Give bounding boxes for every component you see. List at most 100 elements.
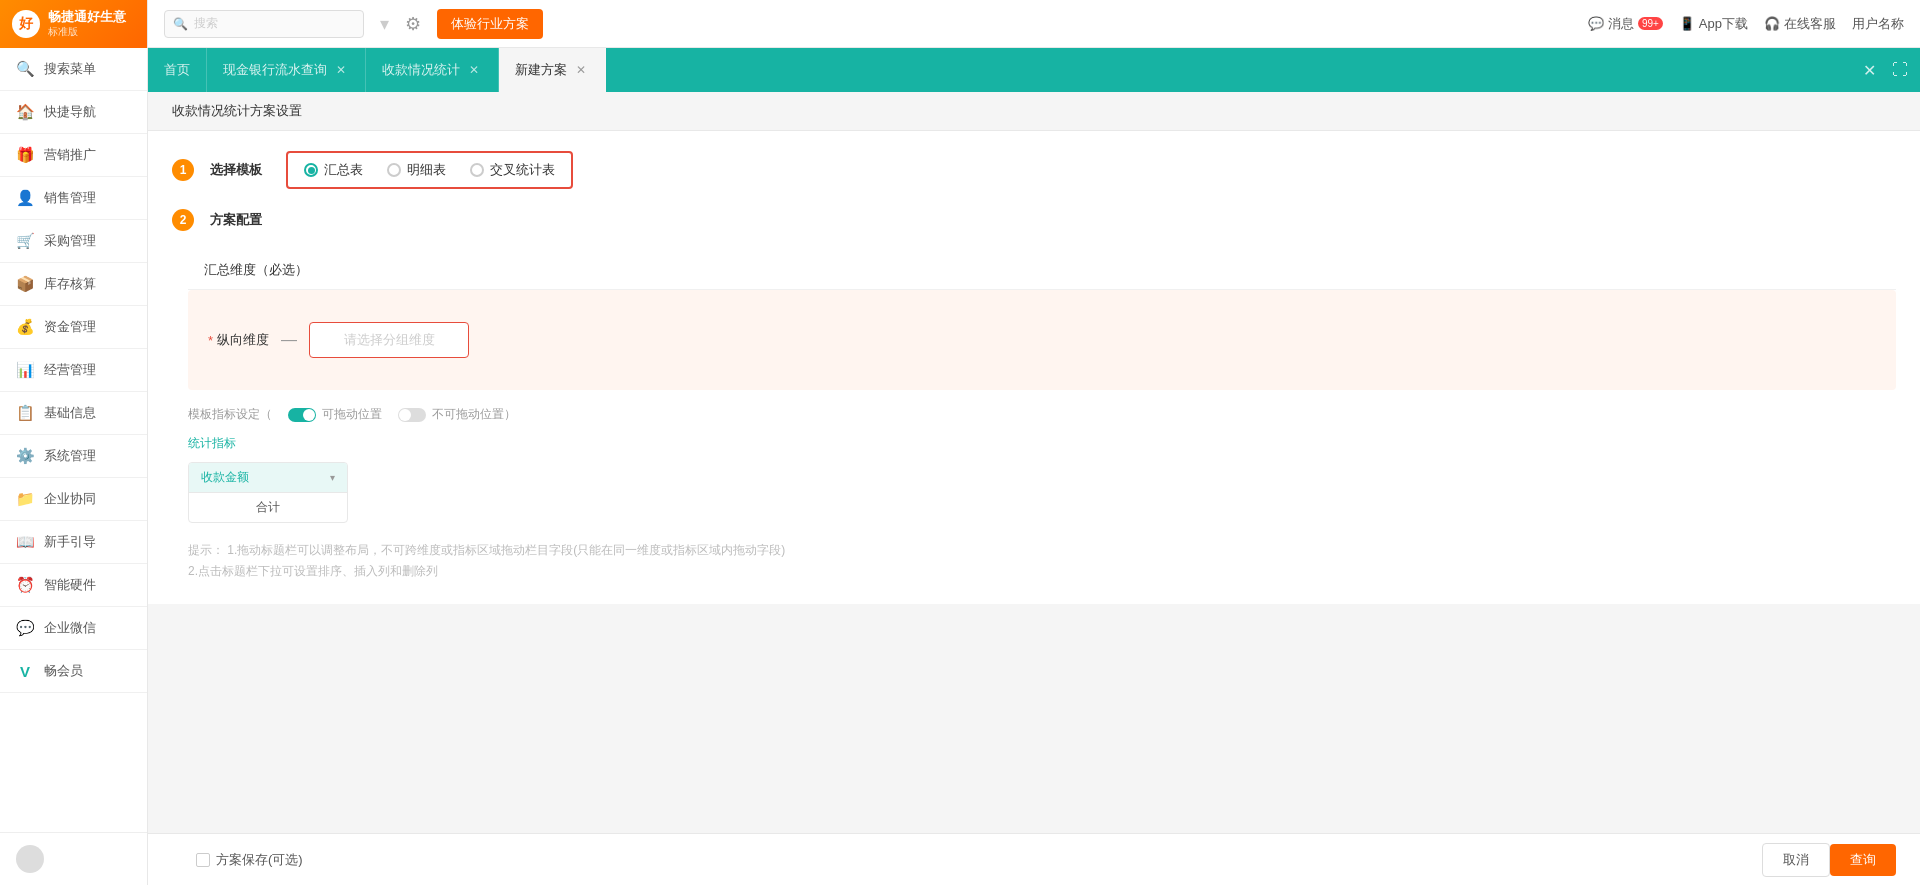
tab-bar-actions: ✕ ⛶ — [1851, 48, 1920, 92]
sidebar-item-basic-info[interactable]: 📋 基础信息 — [0, 392, 147, 435]
tab-new-plan-close[interactable]: ✕ — [573, 62, 589, 78]
hint-line-2: 2.点击标题栏下拉可设置排序、插入列和删除列 — [188, 563, 1896, 580]
tab-new-plan-label: 新建方案 — [515, 61, 567, 79]
sidebar-item-search-menu[interactable]: 🔍 搜索菜单 — [0, 48, 147, 91]
tab-bank-flow-label: 现金银行流水查询 — [223, 61, 327, 79]
online-support-label: 在线客服 — [1784, 15, 1836, 33]
cancel-button[interactable]: 取消 — [1762, 843, 1830, 877]
radio-detail[interactable]: 明细表 — [387, 161, 446, 179]
online-support-button[interactable]: 🎧 在线客服 — [1764, 15, 1836, 33]
marketing-icon: 🎁 — [16, 146, 34, 164]
app-download-button[interactable]: 📱 App下载 — [1679, 15, 1748, 33]
hint-line-1: 提示： 1.拖动标题栏可以调整布局，不可跨维度或指标区域拖动栏目字段(只能在同一… — [188, 542, 1896, 559]
user-name-display[interactable]: 用户名称 — [1852, 15, 1904, 33]
section-title: 收款情况统计方案设置 — [172, 103, 302, 118]
dimension-section-title: 汇总维度（必选） — [188, 251, 1896, 290]
fullscreen-icon[interactable]: ⛶ — [1888, 57, 1912, 83]
inventory-icon: 📦 — [16, 275, 34, 293]
app-download-label: App下载 — [1699, 15, 1748, 33]
step1-label: 选择模板 — [210, 161, 262, 179]
sidebar-item-marketing[interactable]: 🎁 营销推广 — [0, 134, 147, 177]
logo-title: 畅捷通好生意 — [48, 9, 126, 25]
movable-toggle[interactable] — [288, 408, 316, 422]
system-icon: ⚙️ — [16, 447, 34, 465]
industry-button[interactable]: 体验行业方案 — [437, 9, 543, 39]
metrics-layout: 统计指标 收款金额 ▾ 合计 — [188, 431, 1896, 526]
metrics-table-header[interactable]: 收款金额 ▾ — [189, 463, 347, 493]
sidebar-item-label: 企业协同 — [44, 490, 96, 508]
sidebar-item-enterprise-wechat[interactable]: 💬 企业微信 — [0, 607, 147, 650]
close-all-tab-icon[interactable]: ✕ — [1859, 57, 1880, 84]
sidebar-item-inventory[interactable]: 📦 库存核算 — [0, 263, 147, 306]
query-button[interactable]: 查询 — [1830, 844, 1896, 876]
sidebar-item-operations[interactable]: 📊 经营管理 — [0, 349, 147, 392]
immovable-label: 不可拖动位置） — [432, 406, 516, 423]
sidebar-item-quick-nav[interactable]: 🏠 快捷导航 — [0, 91, 147, 134]
sidebar-item-enterprise-coop[interactable]: 📁 企业协同 — [0, 478, 147, 521]
sidebar-item-purchase[interactable]: 🛒 采购管理 — [0, 220, 147, 263]
sidebar-item-system[interactable]: ⚙️ 系统管理 — [0, 435, 147, 478]
purchase-icon: 🛒 — [16, 232, 34, 250]
sales-icon: 👤 — [16, 189, 34, 207]
logo-badge: 标准版 — [48, 25, 126, 39]
dimension-placeholder[interactable]: 请选择分组维度 — [309, 322, 469, 358]
sidebar-item-label: 系统管理 — [44, 447, 96, 465]
radio-summary-label: 汇总表 — [324, 161, 363, 179]
movable-label: 可拖动位置 — [322, 406, 382, 423]
sidebar-bottom — [0, 832, 147, 885]
page-section-header: 收款情况统计方案设置 — [148, 92, 1920, 131]
topbar-actions: 💬 消息 99+ 📱 App下载 🎧 在线客服 用户名称 — [1588, 15, 1904, 33]
sidebar-item-label: 销售管理 — [44, 189, 96, 207]
notifications-badge: 99+ — [1638, 17, 1663, 30]
row-dimension-label: * 纵向维度 — [208, 331, 269, 349]
radio-summary[interactable]: 汇总表 — [304, 161, 363, 179]
notifications-label: 消息 — [1608, 15, 1634, 33]
radio-summary-circle — [304, 163, 318, 177]
sidebar-item-finance[interactable]: 💰 资金管理 — [0, 306, 147, 349]
sidebar-item-label: 智能硬件 — [44, 576, 96, 594]
immovable-toggle[interactable] — [398, 408, 426, 422]
notifications-button[interactable]: 💬 消息 99+ — [1588, 15, 1663, 33]
tab-bank-flow[interactable]: 现金银行流水查询 ✕ — [207, 48, 366, 92]
radio-cross[interactable]: 交叉统计表 — [470, 161, 555, 179]
operations-icon: 📊 — [16, 361, 34, 379]
quick-nav-icon: 🏠 — [16, 103, 34, 121]
required-star: * — [208, 333, 213, 348]
sidebar-item-label: 库存核算 — [44, 275, 96, 293]
save-option-checkbox[interactable] — [196, 853, 210, 867]
step2-label: 方案配置 — [210, 211, 262, 229]
tab-collection-stats-close[interactable]: ✕ — [466, 62, 482, 78]
search-expand-icon[interactable]: ▾ — [380, 13, 389, 35]
tab-new-plan[interactable]: 新建方案 ✕ — [499, 48, 606, 92]
step2-row: 2 方案配置 — [172, 209, 1896, 231]
search-menu-icon: 🔍 — [16, 60, 34, 78]
sidebar-logo: 好 畅捷通好生意 标准版 — [0, 0, 147, 48]
step1-row: 1 选择模板 汇总表 明细表 交叉统计表 — [172, 151, 1896, 189]
sidebar-item-smart-hardware[interactable]: ⏰ 智能硬件 — [0, 564, 147, 607]
sidebar-item-label: 基础信息 — [44, 404, 96, 422]
search-placeholder: 搜索 — [194, 15, 218, 32]
page-content: 收款情况统计方案设置 1 选择模板 汇总表 明细表 — [148, 92, 1920, 833]
radio-detail-label: 明细表 — [407, 161, 446, 179]
sidebar-item-beginner-guide[interactable]: 📖 新手引导 — [0, 521, 147, 564]
immovable-toggle-label: 不可拖动位置） — [398, 406, 516, 423]
toggle-dot — [303, 409, 315, 421]
movable-toggle-label: 可拖动位置 — [288, 406, 382, 423]
tab-home[interactable]: 首页 — [148, 48, 207, 92]
settings-icon[interactable]: ⚙ — [405, 13, 421, 35]
dimension-area: * 纵向维度 — 请选择分组维度 — [188, 290, 1896, 390]
online-support-icon: 🎧 — [1764, 16, 1780, 31]
tab-bank-flow-close[interactable]: ✕ — [333, 62, 349, 78]
sidebar-item-label: 营销推广 — [44, 146, 96, 164]
enterprise-wechat-icon: 💬 — [16, 619, 34, 637]
sidebar-item-member[interactable]: V 畅会员 — [0, 650, 147, 693]
tab-collection-stats[interactable]: 收款情况统计 ✕ — [366, 48, 499, 92]
search-box[interactable]: 🔍 搜索 — [164, 10, 364, 38]
save-option-label: 方案保存(可选) — [216, 851, 303, 869]
main-area: 🔍 搜索 ▾ ⚙ 体验行业方案 💬 消息 99+ 📱 App下载 🎧 在线客服 … — [148, 0, 1920, 885]
bottom-bar: 方案保存(可选) 取消 查询 — [148, 833, 1920, 885]
hint-area: 提示： 1.拖动标题栏可以调整布局，不可跨维度或指标区域拖动栏目字段(只能在同一… — [188, 542, 1896, 580]
radio-cross-circle — [470, 163, 484, 177]
sidebar-item-sales[interactable]: 👤 销售管理 — [0, 177, 147, 220]
save-option[interactable]: 方案保存(可选) — [196, 851, 303, 869]
